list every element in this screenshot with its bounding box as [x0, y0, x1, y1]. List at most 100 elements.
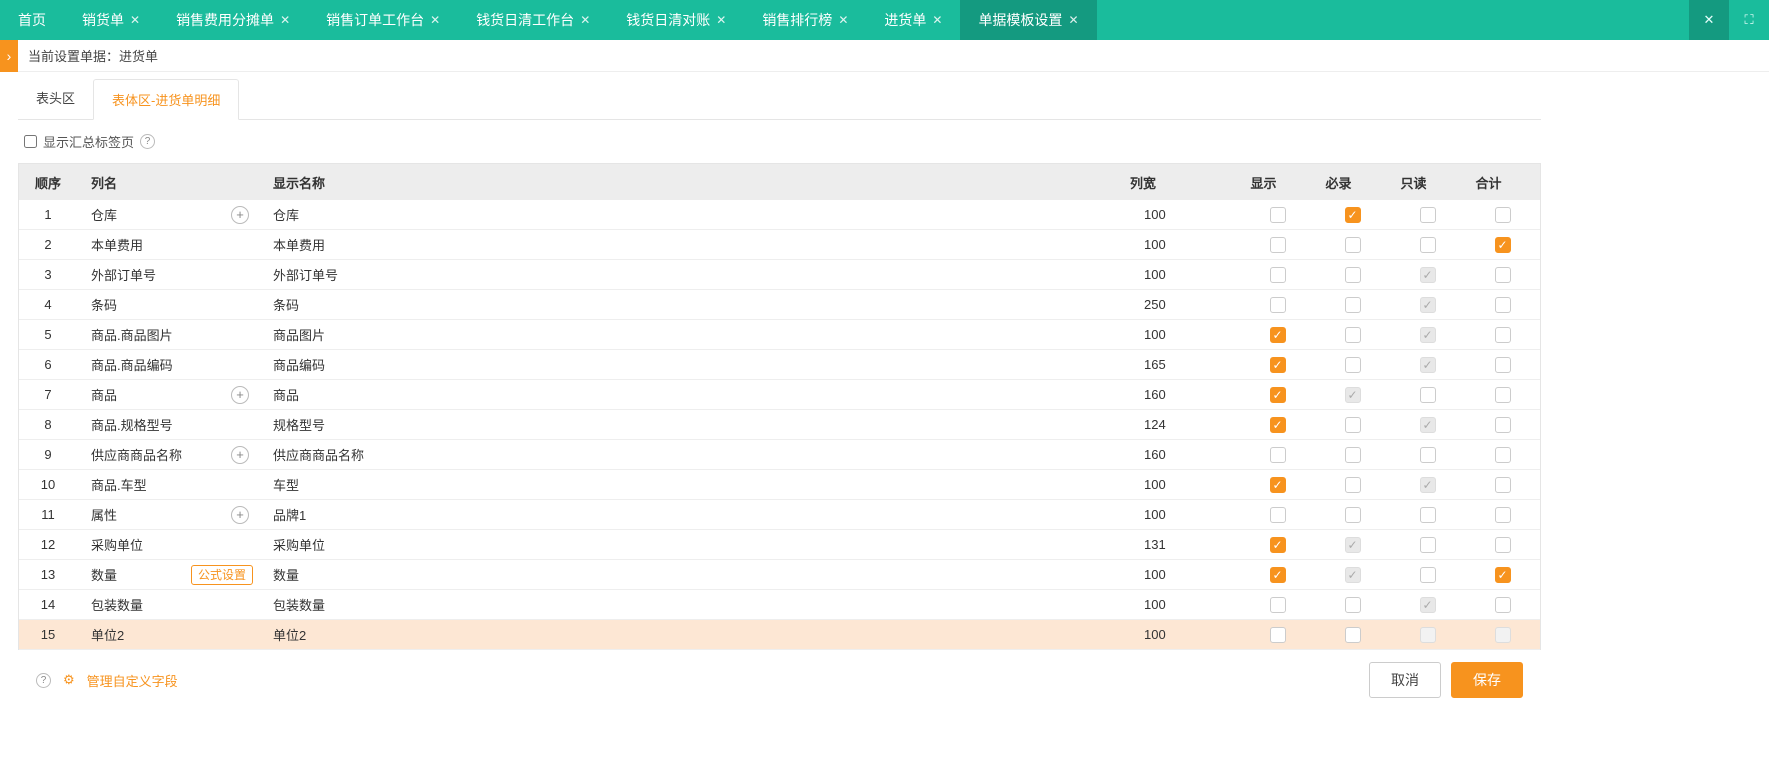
req-checkbox[interactable]: [1345, 507, 1361, 523]
req-checkbox[interactable]: [1345, 237, 1361, 253]
grid-body[interactable]: 1仓库+仓库1002本单费用本单费用1003外部订单号外部订单号1004条码条码…: [19, 200, 1540, 650]
section-tab[interactable]: 表体区-进货单明细: [93, 79, 239, 120]
cell-display-name[interactable]: 数量: [259, 565, 1128, 584]
sum-checkbox[interactable]: [1495, 267, 1511, 283]
table-row[interactable]: 15单位2单位2100: [19, 620, 1540, 650]
cell-display-name[interactable]: 品牌1: [259, 505, 1128, 524]
footer-help-icon[interactable]: ?: [36, 673, 51, 688]
sum-checkbox[interactable]: [1495, 477, 1511, 493]
show-checkbox[interactable]: [1270, 447, 1286, 463]
cell-width[interactable]: 100: [1128, 237, 1240, 252]
req-checkbox[interactable]: [1345, 627, 1361, 643]
req-checkbox[interactable]: [1345, 267, 1361, 283]
show-checkbox[interactable]: [1270, 387, 1286, 403]
cell-display-name[interactable]: 规格型号: [259, 415, 1128, 434]
close-all-tabs-button[interactable]: ✕: [1689, 0, 1729, 40]
req-checkbox[interactable]: [1345, 327, 1361, 343]
cell-width[interactable]: 100: [1128, 207, 1240, 222]
req-checkbox[interactable]: [1345, 597, 1361, 613]
sum-checkbox[interactable]: [1495, 207, 1511, 223]
top-tab[interactable]: 销售排行榜✕: [744, 0, 866, 40]
cell-width[interactable]: 131: [1128, 537, 1240, 552]
cell-display-name[interactable]: 仓库: [259, 205, 1128, 224]
cell-width[interactable]: 100: [1128, 627, 1240, 642]
table-row[interactable]: 1仓库+仓库100: [19, 200, 1540, 230]
top-tab[interactable]: 进货单✕: [866, 0, 960, 40]
close-icon[interactable]: ✕: [130, 13, 140, 27]
show-checkbox[interactable]: [1270, 357, 1286, 373]
table-row[interactable]: 9供应商商品名称+供应商商品名称160: [19, 440, 1540, 470]
cell-display-name[interactable]: 本单费用: [259, 235, 1128, 254]
cell-width[interactable]: 100: [1128, 477, 1240, 492]
cell-width[interactable]: 100: [1128, 507, 1240, 522]
close-icon[interactable]: ✕: [932, 13, 942, 27]
add-icon[interactable]: +: [231, 386, 249, 404]
close-icon[interactable]: ✕: [838, 13, 848, 27]
top-tab[interactable]: 单据模板设置✕: [960, 0, 1096, 40]
sum-checkbox[interactable]: [1495, 327, 1511, 343]
table-row[interactable]: 13数量公式设置数量100: [19, 560, 1540, 590]
table-row[interactable]: 11属性+品牌1100: [19, 500, 1540, 530]
ro-checkbox[interactable]: [1420, 447, 1436, 463]
cell-display-name[interactable]: 条码: [259, 295, 1128, 314]
top-tab[interactable]: 钱货日清工作台✕: [458, 0, 608, 40]
ro-checkbox[interactable]: [1420, 567, 1436, 583]
cell-display-name[interactable]: 商品: [259, 385, 1128, 404]
sum-checkbox[interactable]: [1495, 417, 1511, 433]
cell-width[interactable]: 100: [1128, 597, 1240, 612]
cell-width[interactable]: 100: [1128, 327, 1240, 342]
req-checkbox[interactable]: [1345, 207, 1361, 223]
manage-custom-fields-link[interactable]: 管理自定义字段: [87, 671, 178, 690]
table-row[interactable]: 8商品.规格型号规格型号124: [19, 410, 1540, 440]
top-tab[interactable]: 首页: [0, 0, 64, 40]
cancel-button[interactable]: 取消: [1369, 662, 1441, 698]
add-icon[interactable]: +: [231, 506, 249, 524]
close-icon[interactable]: ✕: [430, 13, 440, 27]
table-row[interactable]: 6商品.商品编码商品编码165: [19, 350, 1540, 380]
req-checkbox[interactable]: [1345, 447, 1361, 463]
ro-checkbox[interactable]: [1420, 537, 1436, 553]
ro-checkbox[interactable]: [1420, 237, 1436, 253]
show-checkbox[interactable]: [1270, 627, 1286, 643]
table-row[interactable]: 12采购单位采购单位131: [19, 530, 1540, 560]
formula-settings-button[interactable]: 公式设置: [191, 565, 253, 585]
req-checkbox[interactable]: [1345, 417, 1361, 433]
cell-display-name[interactable]: 单位2: [259, 625, 1128, 644]
sum-checkbox[interactable]: [1495, 567, 1511, 583]
sum-checkbox[interactable]: [1495, 237, 1511, 253]
show-checkbox[interactable]: [1270, 327, 1286, 343]
save-button[interactable]: 保存: [1451, 662, 1523, 698]
sum-checkbox[interactable]: [1495, 387, 1511, 403]
show-checkbox[interactable]: [1270, 477, 1286, 493]
show-summary-checkbox[interactable]: [24, 135, 37, 148]
cell-display-name[interactable]: 采购单位: [259, 535, 1128, 554]
cell-display-name[interactable]: 商品图片: [259, 325, 1128, 344]
ro-checkbox[interactable]: [1420, 207, 1436, 223]
sum-checkbox[interactable]: [1495, 357, 1511, 373]
show-checkbox[interactable]: [1270, 237, 1286, 253]
sum-checkbox[interactable]: [1495, 507, 1511, 523]
sum-checkbox[interactable]: [1495, 597, 1511, 613]
show-checkbox[interactable]: [1270, 537, 1286, 553]
add-icon[interactable]: +: [231, 446, 249, 464]
table-row[interactable]: 5商品.商品图片商品图片100: [19, 320, 1540, 350]
show-checkbox[interactable]: [1270, 207, 1286, 223]
table-row[interactable]: 10商品.车型车型100: [19, 470, 1540, 500]
show-checkbox[interactable]: [1270, 267, 1286, 283]
table-row[interactable]: 7商品+商品160: [19, 380, 1540, 410]
show-checkbox[interactable]: [1270, 507, 1286, 523]
req-checkbox[interactable]: [1345, 477, 1361, 493]
cell-display-name[interactable]: 包装数量: [259, 595, 1128, 614]
fullscreen-button[interactable]: ⛶: [1729, 0, 1769, 40]
sum-checkbox[interactable]: [1495, 537, 1511, 553]
show-checkbox[interactable]: [1270, 567, 1286, 583]
show-checkbox[interactable]: [1270, 417, 1286, 433]
close-icon[interactable]: ✕: [1068, 13, 1078, 27]
top-tab[interactable]: 销货单✕: [64, 0, 158, 40]
section-tab[interactable]: 表头区: [18, 78, 93, 119]
close-icon[interactable]: ✕: [280, 13, 290, 27]
cell-display-name[interactable]: 供应商商品名称: [259, 445, 1128, 464]
cell-width[interactable]: 124: [1128, 417, 1240, 432]
req-checkbox[interactable]: [1345, 357, 1361, 373]
table-row[interactable]: 2本单费用本单费用100: [19, 230, 1540, 260]
